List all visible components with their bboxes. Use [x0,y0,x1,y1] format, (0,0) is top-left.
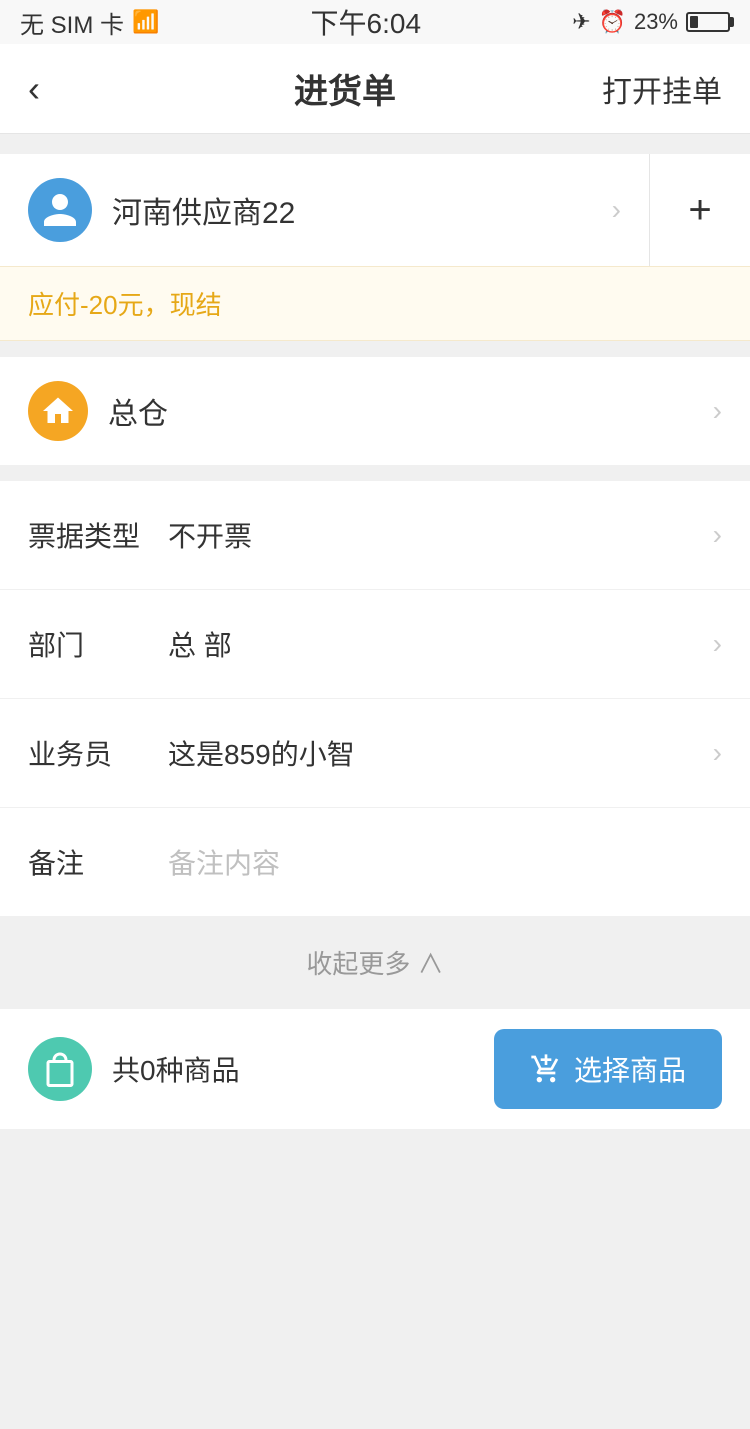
supplier-section: 河南供应商22 › + [0,154,750,266]
sales-label: 业务员 [28,733,168,773]
status-bar-right: ✈ ⏰ 23% [572,9,730,35]
battery-bar [686,12,730,32]
warehouse-name: 总仓 [108,389,713,433]
home-icon [40,393,76,429]
status-bar: 无 SIM 卡 📶 下午6:04 ✈ ⏰ 23% [0,0,750,44]
person-icon [40,190,80,230]
select-product-icon [530,1053,562,1085]
department-row[interactable]: 部门 总 部 › [0,590,750,699]
form-section: 票据类型 不开票 › 部门 总 部 › 业务员 这是859的小智 › 备注 备注… [0,481,750,916]
supplier-avatar [28,178,92,242]
invoice-label: 票据类型 [28,515,168,555]
notice-banner: 应付-20元，现结 [0,266,750,341]
wifi-icon: 📶 [132,9,159,35]
sales-chevron-icon: › [713,737,722,769]
status-bar-left: 无 SIM 卡 📶 [20,5,159,40]
product-footer: 共0种商品 选择商品 [0,1009,750,1129]
dept-chevron-icon: › [713,628,722,660]
dept-value: 总 部 [168,624,713,664]
select-product-label: 选择商品 [574,1049,686,1089]
battery-percent: 23% [634,9,678,35]
invoice-value: 不开票 [168,515,713,555]
notice-text: 应付-20元，现结 [28,290,222,320]
select-product-button[interactable]: 选择商品 [494,1029,722,1109]
bottom-area [0,1129,750,1429]
warehouse-selector[interactable]: 总仓 › [0,357,750,465]
page-title: 进货单 [294,64,396,113]
salesperson-row[interactable]: 业务员 这是859的小智 › [0,699,750,808]
nav-bar: ‹ 进货单 打开挂单 [0,44,750,134]
chevron-right-icon: › [612,194,621,226]
supplier-name: 河南供应商22 [112,188,612,232]
remark-value: 备注内容 [168,842,722,882]
collapse-label: 收起更多 ∧ [306,944,443,981]
alarm-icon: ⏰ [599,9,626,35]
add-icon: + [688,188,711,233]
battery-fill [690,16,698,28]
status-bar-time: 下午6:04 [311,2,422,42]
warehouse-icon-circle [28,381,88,441]
supplier-add-button[interactable]: + [650,154,750,266]
carrier-label: 无 SIM 卡 [20,5,124,40]
product-icon-circle [28,1037,92,1101]
divider-top [0,134,750,154]
supplier-selector[interactable]: 河南供应商22 › [0,154,650,266]
open-pending-button[interactable]: 打开挂单 [602,67,722,111]
divider-mid [0,341,750,357]
remark-row[interactable]: 备注 备注内容 [0,808,750,916]
sales-value: 这是859的小智 [168,733,713,773]
warehouse-chevron-icon: › [713,395,722,427]
remark-label: 备注 [28,842,168,882]
collapse-section[interactable]: 收起更多 ∧ [0,916,750,1009]
dept-label: 部门 [28,624,168,664]
back-button[interactable]: ‹ [28,68,88,110]
location-icon: ✈ [572,9,590,35]
product-count-label: 共0种商品 [112,1049,474,1089]
shopping-bag-icon [42,1051,78,1087]
invoice-chevron-icon: › [713,519,722,551]
invoice-type-row[interactable]: 票据类型 不开票 › [0,481,750,590]
